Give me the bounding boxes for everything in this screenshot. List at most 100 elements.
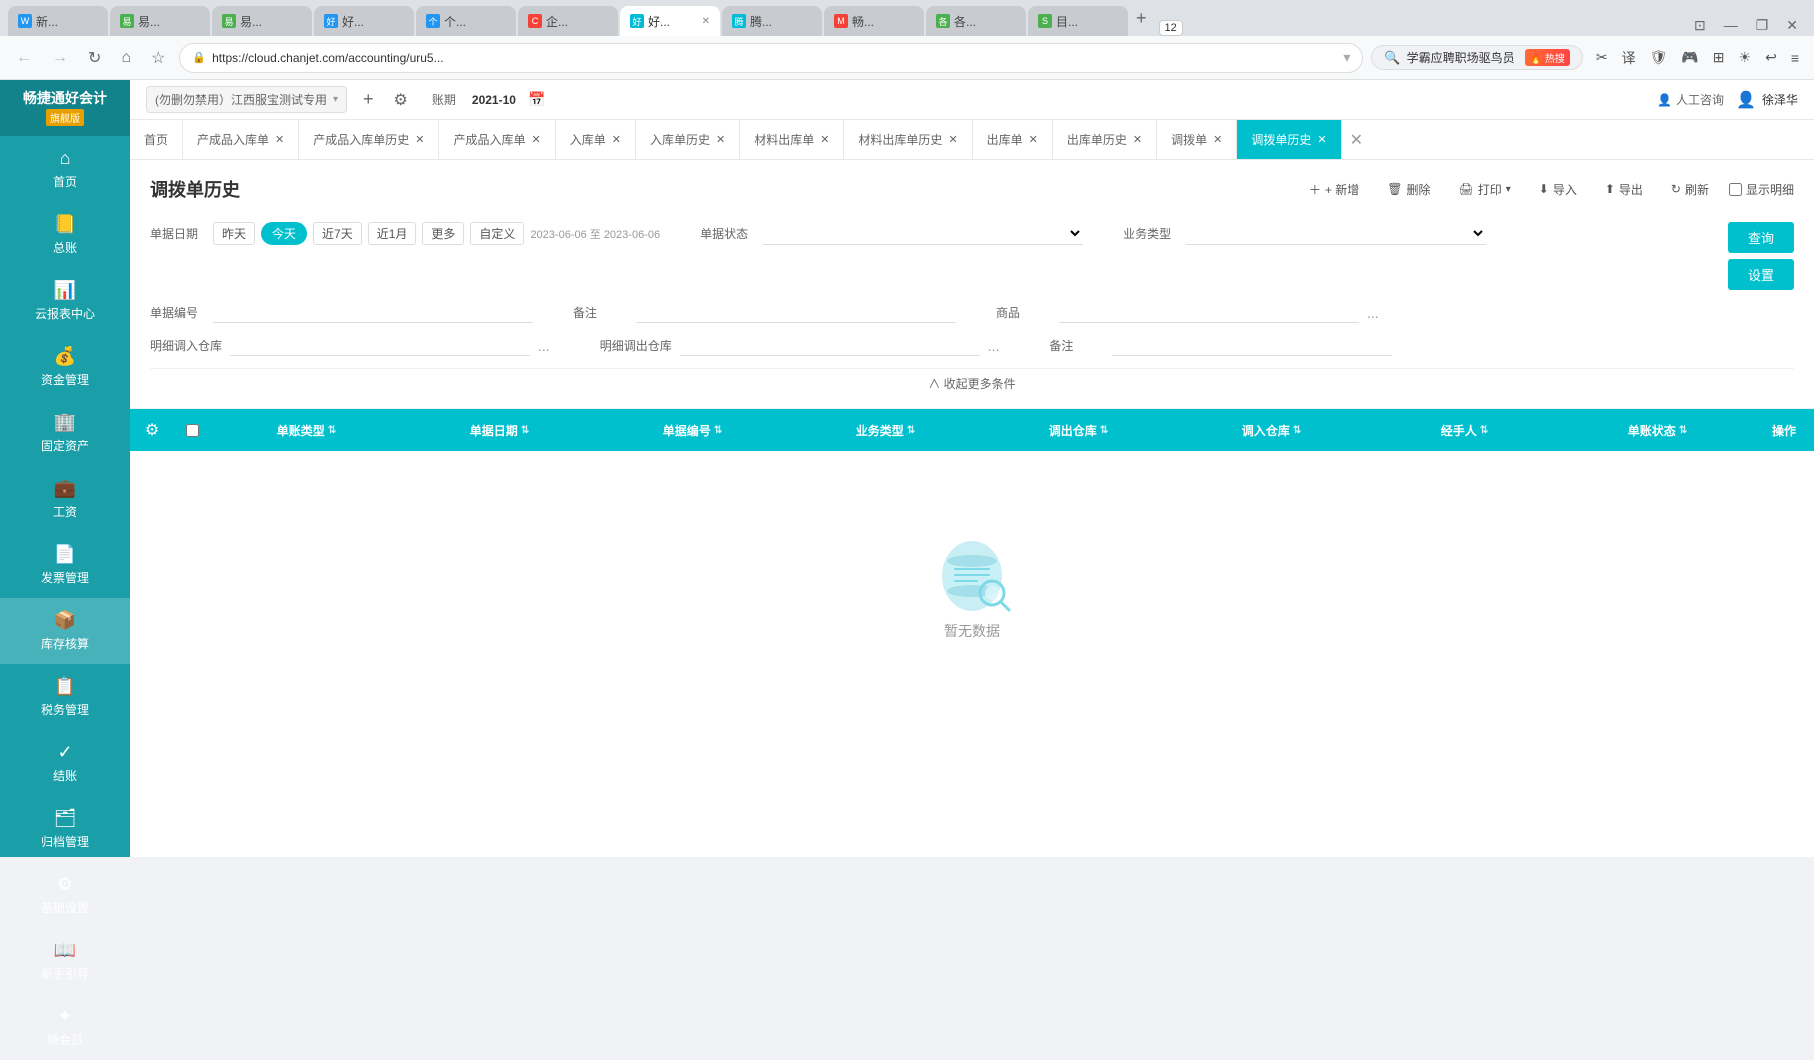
show-all-checkbox[interactable] [1729, 183, 1742, 196]
print-button[interactable]: 🖨 打印 ▾ [1450, 177, 1518, 202]
translate-icon[interactable]: 译 [1617, 46, 1641, 70]
tab-4-close[interactable]: ✕ [612, 133, 621, 146]
browser-tab-11[interactable]: S 目... [1028, 6, 1128, 36]
company-selector[interactable]: (勿删勿禁用）江西服宝测试专用 ▾ [146, 86, 347, 113]
goods-input[interactable] [1059, 302, 1359, 323]
detail-remark-input[interactable] [1112, 335, 1392, 356]
back-button[interactable]: ← [10, 45, 38, 71]
calendar-icon[interactable]: 📅 [528, 91, 545, 108]
th-doc-status[interactable]: 单账状态 ⇅ [1561, 422, 1754, 439]
tab-10-close[interactable]: ✕ [1213, 133, 1222, 146]
page-tab-8[interactable]: 出库单 ✕ [973, 120, 1053, 160]
sidebar-item-funds[interactable]: 💰 资金管理 [0, 334, 130, 400]
forward-button[interactable]: → [46, 45, 74, 71]
tab-count[interactable]: 12 [1159, 20, 1183, 36]
th-from-wh[interactable]: 调出仓库 ⇅ [982, 422, 1175, 439]
page-tab-6[interactable]: 材料出库单 ✕ [740, 120, 844, 160]
browser-tab-7[interactable]: 好 好... ✕ [620, 6, 720, 36]
page-tab-5[interactable]: 入库单历史 ✕ [636, 120, 740, 160]
refresh-button[interactable]: ↻ [82, 44, 107, 72]
sidebar-item-invoice[interactable]: 📄 发票管理 [0, 532, 130, 598]
sidebar-item-member[interactable]: ✦ 畅会员 [0, 994, 130, 1060]
tab-3-close[interactable]: ✕ [532, 133, 541, 146]
th-to-wh[interactable]: 调入仓库 ⇅ [1175, 422, 1368, 439]
date-more-btn[interactable]: 更多 [422, 222, 464, 245]
refresh-page-button[interactable]: ↻ 刷新 [1663, 177, 1717, 202]
browser-tab-5[interactable]: 个 个... [416, 6, 516, 36]
sidebar-item-salary[interactable]: 💼 工资 [0, 466, 130, 532]
select-all-checkbox[interactable] [186, 424, 199, 437]
date-1month-btn[interactable]: 近1月 [368, 222, 417, 245]
from-wh-ellipsis-icon[interactable]: ... [538, 338, 550, 354]
browser-tab-9[interactable]: M 畅... [824, 6, 924, 36]
tab-close-7[interactable]: ✕ [702, 16, 710, 27]
sidebar-item-inventory[interactable]: 📦 库存核算 [0, 598, 130, 664]
browser-tab-2[interactable]: 易 易... [110, 6, 210, 36]
table-gear-button[interactable]: ⚙ [130, 420, 174, 440]
browser-tab-3[interactable]: 易 易... [212, 6, 312, 36]
add-company-button[interactable]: + [359, 89, 378, 110]
date-yesterday-btn[interactable]: 昨天 [213, 222, 255, 245]
browser-tab-4[interactable]: 好 好... [314, 6, 414, 36]
bookmark-button[interactable]: ☆ [145, 44, 171, 72]
filter-settings-button[interactable]: 设置 [1728, 259, 1794, 290]
sidebar-item-reports[interactable]: 📊 云报表中心 [0, 268, 130, 334]
sidebar-item-archive[interactable]: 🗂 归档管理 [0, 796, 130, 862]
tab-2-close[interactable]: ✕ [415, 133, 424, 146]
to-wh-ellipsis-icon[interactable]: ... [988, 338, 1000, 354]
window-tab-icon[interactable]: ⊡ [1686, 15, 1714, 36]
address-bar[interactable]: 🔒 https://cloud.chanjet.com/accounting/u… [179, 43, 1363, 73]
tab-5-close[interactable]: ✕ [716, 133, 725, 146]
tab-9-close[interactable]: ✕ [1133, 133, 1142, 146]
table-select-all[interactable] [174, 424, 210, 437]
page-tab-2[interactable]: 产成品入库单历史 ✕ [299, 120, 439, 160]
page-tab-1[interactable]: 产成品入库单 ✕ [183, 120, 299, 160]
window-close[interactable]: ✕ [1778, 15, 1806, 36]
page-tab-3[interactable]: 产成品入库单 ✕ [439, 120, 555, 160]
biz-type-select[interactable] [1186, 222, 1486, 245]
sidebar-item-close[interactable]: ✓ 结账 [0, 730, 130, 796]
page-tab-11[interactable]: 调拨单历史 ✕ [1237, 120, 1341, 160]
sidebar-item-settings[interactable]: ⚙ 基础设置 [0, 862, 130, 928]
sidebar-item-tax[interactable]: 📋 税务管理 [0, 664, 130, 730]
new-tab-button[interactable]: + [1130, 8, 1153, 29]
date-7days-btn[interactable]: 近7天 [313, 222, 362, 245]
docno-input[interactable] [213, 302, 533, 323]
from-wh-input[interactable] [230, 335, 530, 356]
sidebar-item-assets[interactable]: 🏢 固定资产 [0, 400, 130, 466]
scissors-icon[interactable]: ✂ [1591, 47, 1613, 68]
status-select[interactable] [763, 222, 1083, 245]
tab-7-close[interactable]: ✕ [948, 133, 957, 146]
import-button[interactable]: ⬇ 导入 [1531, 177, 1585, 202]
browser-tab-10[interactable]: 各 各... [926, 6, 1026, 36]
goods-ellipsis-icon[interactable]: ... [1367, 305, 1379, 321]
page-tab-home[interactable]: 首页 [130, 120, 183, 160]
th-handler[interactable]: 经手人 ⇅ [1368, 422, 1561, 439]
query-button[interactable]: 查询 [1728, 222, 1794, 253]
new-button[interactable]: ＋ + 新增 [1301, 177, 1367, 202]
tab-11-close[interactable]: ✕ [1317, 133, 1326, 146]
tab-bar-close[interactable]: ✕ [1342, 130, 1371, 150]
browser-tab-1[interactable]: W 新... [8, 6, 108, 36]
page-tab-7[interactable]: 材料出库单历史 ✕ [844, 120, 972, 160]
grid-icon[interactable]: ⊞ [1708, 47, 1730, 68]
export-button[interactable]: ⬆ 导出 [1597, 177, 1651, 202]
th-doc-type[interactable]: 单账类型 ⇅ [210, 422, 403, 439]
search-bar[interactable]: 🔍 学霸应聘职场驱鸟员 🔥 热搜 [1371, 45, 1582, 70]
tab-6-close[interactable]: ✕ [820, 133, 829, 146]
date-custom-btn[interactable]: 自定义 [470, 222, 524, 245]
browser-tab-8[interactable]: 腾 腾... [722, 6, 822, 36]
sidebar-item-guide[interactable]: 📖 新手引导 [0, 928, 130, 994]
date-today-btn[interactable]: 今天 [261, 222, 307, 245]
sun-icon[interactable]: ☀ [1734, 47, 1757, 68]
tab-1-close[interactable]: ✕ [275, 133, 284, 146]
settings-gear-icon[interactable]: ⚙ [390, 90, 412, 110]
collapse-more-button[interactable]: ∧ 收起更多条件 [150, 368, 1794, 398]
sidebar-item-home[interactable]: ⌂ 首页 [0, 136, 130, 202]
th-biz-type[interactable]: 业务类型 ⇅ [789, 422, 982, 439]
sidebar-item-ledger[interactable]: 📒 总账 [0, 202, 130, 268]
page-tab-10[interactable]: 调拨单 ✕ [1157, 120, 1237, 160]
to-wh-input[interactable] [680, 335, 980, 356]
tab-8-close[interactable]: ✕ [1029, 133, 1038, 146]
window-maximize[interactable]: ❐ [1748, 15, 1777, 36]
